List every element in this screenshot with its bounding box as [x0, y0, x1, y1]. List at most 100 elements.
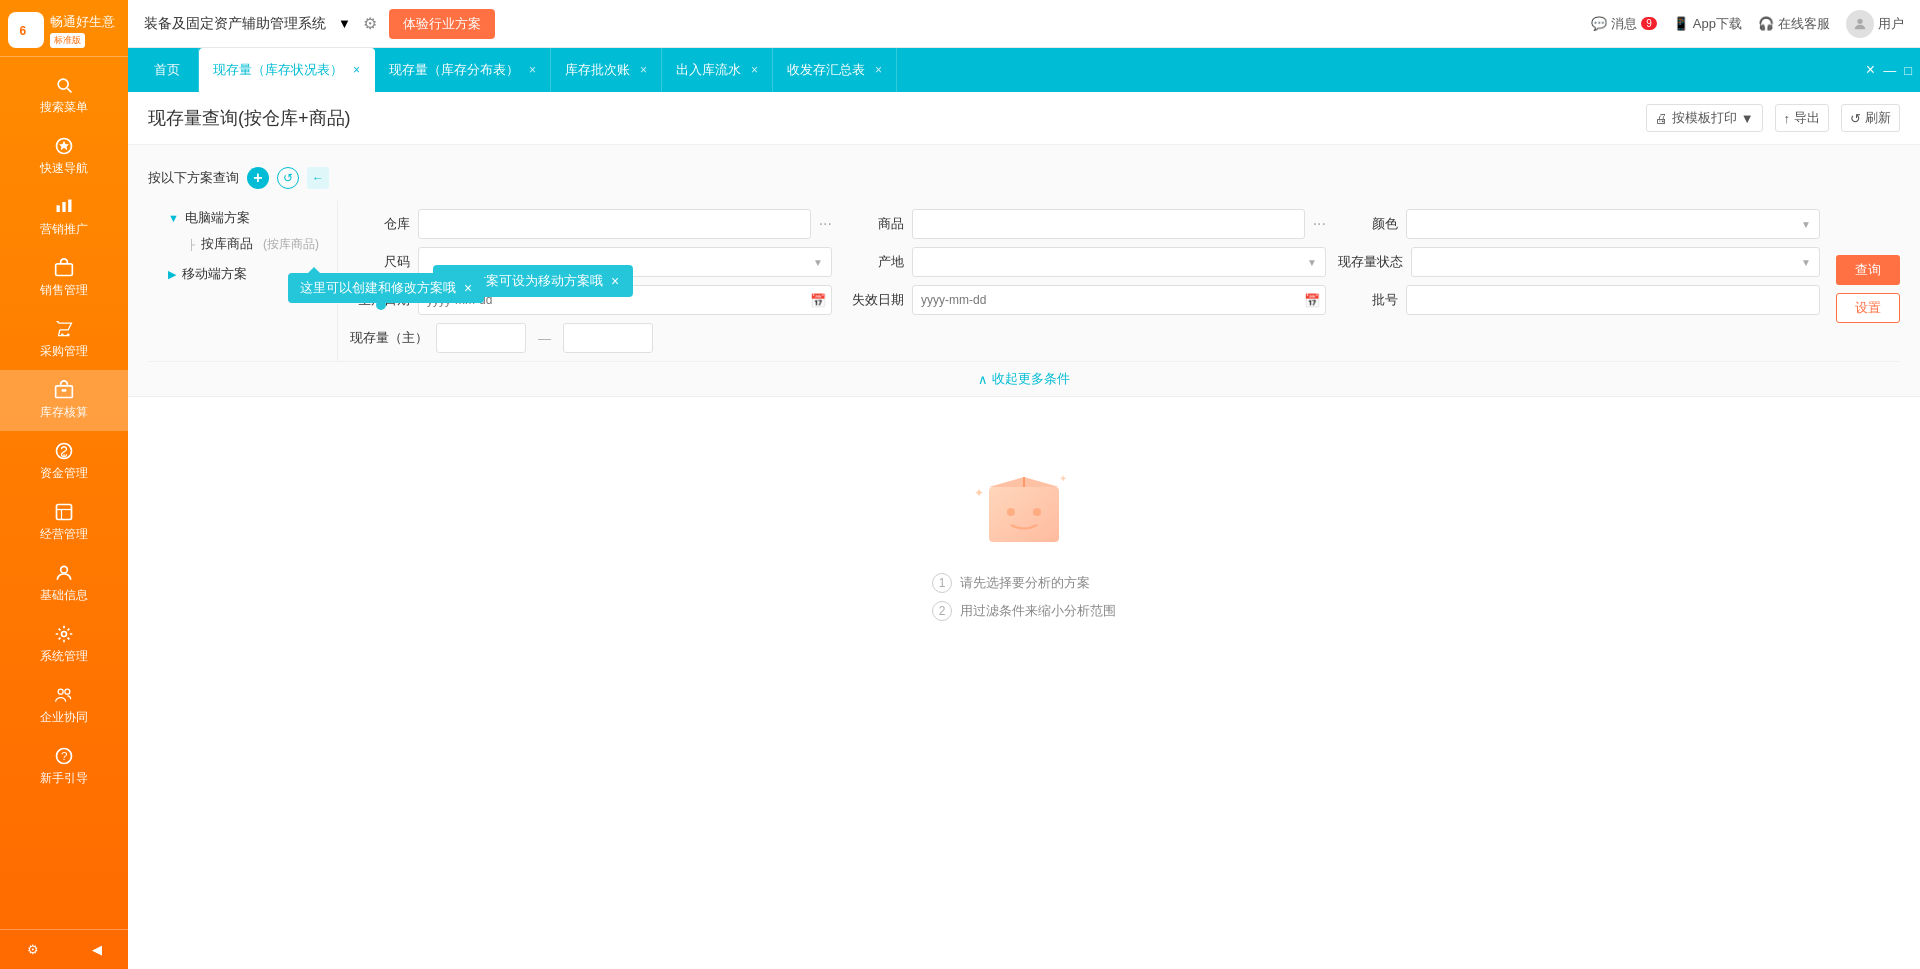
tab-recv-summary-close[interactable]: ×: [875, 63, 882, 77]
exp-date-calendar-icon[interactable]: 📅: [1304, 293, 1320, 308]
sidebar-item-search[interactable]: 搜索菜单: [0, 65, 128, 126]
exp-date-input[interactable]: [912, 285, 1326, 315]
svg-point-2: [58, 79, 68, 89]
nav-label-guide: 新手引导: [40, 770, 88, 787]
filter-field-batch: 批号: [1338, 285, 1820, 315]
svg-point-18: [58, 689, 63, 694]
tab-inventory-status[interactable]: 现存量（库存状况表） ×: [199, 48, 375, 92]
color-select[interactable]: ▼: [1406, 209, 1820, 239]
tree-item-pc[interactable]: ▼ 电脑端方案: [168, 205, 337, 231]
sidebar-item-ops[interactable]: 经营管理: [0, 492, 128, 553]
tab-close-all-icon[interactable]: ×: [1866, 61, 1875, 79]
filter-refresh-button[interactable]: ↺: [277, 167, 299, 189]
settings-icon[interactable]: ⚙: [27, 942, 39, 957]
pc-scheme-tooltip-close[interactable]: ×: [611, 273, 619, 289]
app-download-button[interactable]: 📱 App下载: [1673, 15, 1742, 33]
refresh-button[interactable]: ↺ 刷新: [1841, 104, 1900, 132]
batch-input[interactable]: [1406, 285, 1820, 315]
sidebar-item-finance[interactable]: 资金管理: [0, 431, 128, 492]
stock-main-input-to[interactable]: [563, 323, 653, 353]
edit-scheme-tooltip-close[interactable]: ×: [464, 280, 472, 296]
page-actions: 🖨 按模板打印 ▼ ↑ 导出 ↺ 刷新: [1646, 104, 1900, 132]
filter-field-origin: 产地 ▼: [844, 247, 1326, 277]
filter-row-4: 现存量（主） —: [350, 323, 1820, 353]
filter-add-button[interactable]: +: [247, 167, 269, 189]
tab-inventory-dist[interactable]: 现存量（库存分布表） ×: [375, 48, 551, 92]
sidebar-bottom: ⚙ ◀: [0, 929, 128, 969]
batch-label: 批号: [1338, 291, 1398, 309]
sidebar-item-system[interactable]: 系统管理: [0, 614, 128, 675]
tree-label-mobile: 移动端方案: [182, 265, 247, 283]
exp-date-label: 失效日期: [844, 291, 904, 309]
tab-recv-summary[interactable]: 收发存汇总表 ×: [773, 48, 897, 92]
sidebar-item-corp[interactable]: 企业协同: [0, 675, 128, 736]
stock-main-input-from[interactable]: [436, 323, 526, 353]
warehouse-dots[interactable]: ···: [819, 215, 832, 233]
sidebar-logo: 6 畅通好生意 标准版: [0, 0, 128, 57]
export-button[interactable]: ↑ 导出: [1775, 104, 1830, 132]
collapse-label: 收起更多条件: [992, 370, 1070, 388]
empty-step-1: 1 请先选择要分析的方案: [932, 573, 1116, 593]
print-button[interactable]: 🖨 按模板打印 ▼: [1646, 104, 1763, 132]
tree-arrow-pc: ▼: [168, 212, 179, 224]
query-button[interactable]: 查询: [1836, 255, 1900, 285]
svg-text:✦: ✦: [1049, 535, 1056, 544]
system-dropdown[interactable]: ▼: [338, 16, 351, 31]
phone-icon: 📱: [1673, 16, 1689, 31]
topbar-settings-icon[interactable]: ⚙: [363, 14, 377, 33]
step-2-text: 用过滤条件来缩小分析范围: [960, 602, 1116, 620]
collapse-icon[interactable]: ◀: [92, 942, 102, 957]
svg-point-19: [65, 689, 70, 694]
tab-batch-ledger-close[interactable]: ×: [640, 63, 647, 77]
sidebar-item-inventory[interactable]: 库存核算: [0, 370, 128, 431]
mfg-date-calendar-icon[interactable]: 📅: [810, 293, 826, 308]
tab-minimize-icon[interactable]: —: [1883, 63, 1896, 78]
headset-icon: 🎧: [1758, 16, 1774, 31]
sidebar-item-basic[interactable]: 基础信息: [0, 553, 128, 614]
svg-rect-6: [57, 205, 60, 212]
svg-rect-13: [57, 505, 72, 520]
tab-home[interactable]: 首页: [136, 48, 199, 92]
size-label: 尺码: [350, 253, 410, 271]
message-button[interactable]: 💬 消息 9: [1591, 15, 1657, 33]
tooltip-connector-dot: [376, 300, 386, 310]
filter-back-button[interactable]: ←: [307, 167, 329, 189]
sidebar-item-guide[interactable]: ? 新手引导: [0, 736, 128, 797]
stock-main-range-dash: —: [538, 331, 551, 346]
online-support-button[interactable]: 🎧 在线客服: [1758, 15, 1830, 33]
tab-inout-flow-close[interactable]: ×: [751, 63, 758, 77]
reset-button[interactable]: 设置: [1836, 293, 1900, 323]
goods-dots[interactable]: ···: [1313, 215, 1326, 233]
tab-inventory-status-close[interactable]: ×: [353, 63, 360, 77]
tab-maximize-icon[interactable]: □: [1904, 63, 1912, 78]
goods-select[interactable]: [912, 209, 1305, 239]
sidebar-item-purchase[interactable]: 采购管理: [0, 309, 128, 370]
svg-rect-11: [62, 389, 67, 392]
user-area[interactable]: 用户: [1846, 10, 1904, 38]
stock-status-select[interactable]: ▼: [1411, 247, 1820, 277]
export-icon: ↑: [1784, 111, 1791, 126]
origin-select[interactable]: ▼: [912, 247, 1326, 277]
logo-title: 畅通好生意: [50, 13, 115, 31]
nav-label-basic: 基础信息: [40, 587, 88, 604]
collapse-button[interactable]: ∧ 收起更多条件: [148, 361, 1900, 396]
tab-batch-ledger[interactable]: 库存批次账 ×: [551, 48, 662, 92]
warehouse-label: 仓库: [350, 215, 410, 233]
sidebar-item-sales[interactable]: 销售管理: [0, 248, 128, 309]
tab-inout-flow[interactable]: 出入库流水 ×: [662, 48, 773, 92]
svg-rect-7: [62, 202, 65, 212]
svg-line-3: [67, 88, 71, 92]
nav-label-marketing: 营销推广: [40, 221, 88, 238]
tree-subitem-scheme1[interactable]: ├ 按库商品 (按库商品): [188, 231, 337, 257]
warehouse-select[interactable]: [418, 209, 811, 239]
trial-button[interactable]: 体验行业方案: [389, 9, 495, 39]
tab-inventory-dist-close[interactable]: ×: [529, 63, 536, 77]
nav-label-sales: 销售管理: [40, 282, 88, 299]
logo-icon: 6: [8, 12, 44, 48]
sidebar-item-marketing[interactable]: 营销推广: [0, 187, 128, 248]
sidebar-item-quick[interactable]: 快速导航: [0, 126, 128, 187]
user-label: 用户: [1878, 15, 1904, 33]
collapse-arrow-icon: ∧: [978, 372, 988, 387]
tab-inventory-status-label: 现存量（库存状况表）: [213, 61, 343, 79]
svg-rect-9: [56, 264, 73, 276]
